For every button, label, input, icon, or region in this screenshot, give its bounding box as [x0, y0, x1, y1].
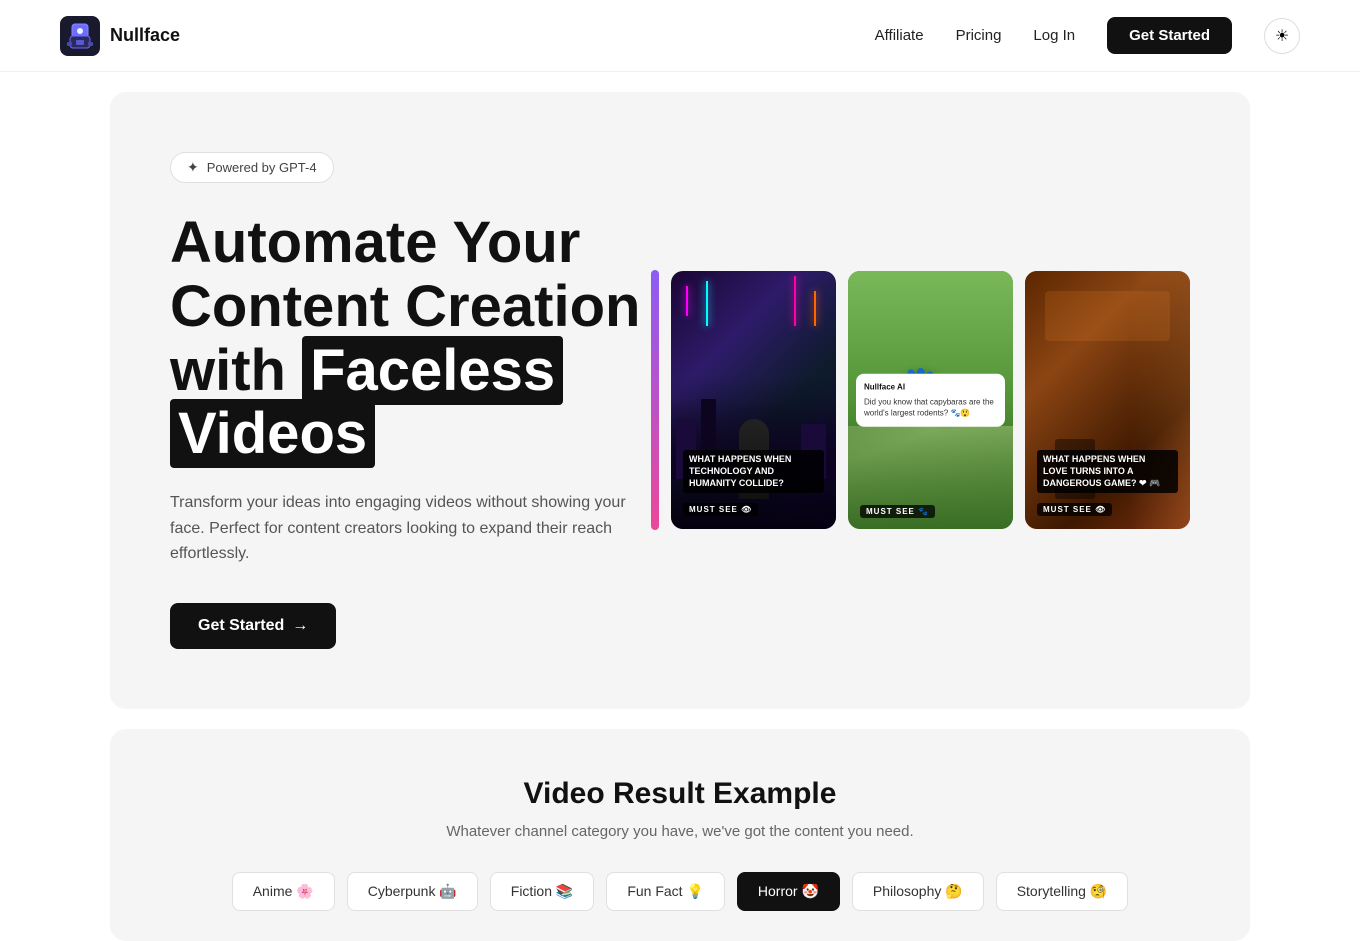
video-results-section: Video Result Example Whatever channel ca…	[110, 729, 1250, 941]
video-card-cyberpunk-overlay: WHAT HAPPENS WHEN TECHNOLOGY AND HUMANIT…	[671, 438, 836, 529]
video-card-cyberpunk: WHAT HAPPENS WHEN TECHNOLOGY AND HUMANIT…	[671, 271, 836, 529]
navbar: Nullface Affiliate Pricing Log In Get St…	[0, 0, 1360, 72]
get-started-nav-button[interactable]: Get Started	[1107, 17, 1232, 54]
hero-cta-label: Get Started	[198, 617, 284, 635]
nav-affiliate[interactable]: Affiliate	[875, 27, 924, 44]
category-tab-horror[interactable]: Horror 🤡	[737, 872, 840, 911]
tweet-overlay: Nullface AI Did you know that capybaras …	[856, 374, 1005, 427]
video-card-room: WHAT HAPPENS WHEN LOVE TURNS INTO A DANG…	[1025, 271, 1190, 529]
category-tab-anime[interactable]: Anime 🌸	[232, 872, 335, 911]
video-strip-accent	[651, 270, 659, 530]
video-card-nature-overlay: MUST SEE 🐾	[860, 501, 935, 519]
nav-pricing[interactable]: Pricing	[956, 27, 1002, 44]
video-card-nature: 🐾 Nullface AI Did you know that capybara…	[848, 271, 1013, 529]
hero-left: ✦ Powered by GPT-4 Automate Your Content…	[170, 152, 640, 649]
video-card-room-overlay: WHAT HAPPENS WHEN LOVE TURNS INTO A DANG…	[1025, 438, 1190, 529]
hero-title-line4: Videos	[170, 399, 375, 468]
category-tab-fun[interactable]: Fun Fact 💡	[606, 872, 725, 911]
logo-text: Nullface	[110, 25, 180, 46]
tweet-handle: Nullface AI	[864, 382, 997, 393]
category-tab-cyberpunk[interactable]: Cyberpunk 🤖	[347, 872, 478, 911]
video-card-room-mustsee: MUST SEE 👁	[1037, 503, 1112, 516]
category-tabs-container: Anime 🌸 Cyberpunk 🤖 Fiction 📚 Fun Fact 💡 Hor…	[170, 872, 1190, 911]
hero-title-highlight: Faceless	[302, 336, 563, 405]
gpt-badge-icon: ✦	[187, 159, 199, 176]
hero-description: Transform your ideas into engaging video…	[170, 490, 630, 567]
category-tab-fiction[interactable]: Fiction 📚	[490, 872, 595, 911]
logo-link[interactable]: Nullface	[60, 16, 180, 56]
gpt-badge: ✦ Powered by GPT-4	[170, 152, 334, 183]
video-cards-container: WHAT HAPPENS WHEN TECHNOLOGY AND HUMANIT…	[671, 271, 1190, 529]
hero-title-line1: Automate Your	[170, 210, 580, 275]
theme-toggle-button[interactable]: ☀	[1264, 18, 1300, 54]
video-card-cyberpunk-mustsee: MUST SEE 👁	[683, 503, 758, 516]
category-tab-philosophy[interactable]: Philosophy 🤔	[852, 872, 984, 911]
video-card-nature-mustsee: MUST SEE 🐾	[860, 505, 935, 518]
arrow-icon: →	[292, 617, 308, 635]
video-results-title: Video Result Example	[170, 777, 1190, 811]
hero-title: Automate Your Content Creation with Face…	[170, 211, 640, 466]
video-results-subtitle: Whatever channel category you have, we'v…	[170, 823, 1190, 840]
hero-title-line2: Content Creation	[170, 274, 640, 339]
video-card-room-title: WHAT HAPPENS WHEN LOVE TURNS INTO A DANG…	[1037, 450, 1178, 493]
video-card-cyberpunk-title: WHAT HAPPENS WHEN TECHNOLOGY AND HUMANIT…	[683, 450, 824, 493]
hero-title-line3-pre: with	[170, 338, 302, 403]
logo-icon	[60, 16, 100, 56]
nav-links: Affiliate Pricing Log In Get Started ☀	[875, 17, 1300, 54]
category-tab-storytelling[interactable]: Storytelling 🧐	[996, 872, 1129, 911]
sun-icon: ☀	[1275, 26, 1289, 46]
hero-cta-button[interactable]: Get Started →	[170, 603, 336, 649]
login-button[interactable]: Log In	[1033, 27, 1075, 44]
hero-section: ✦ Powered by GPT-4 Automate Your Content…	[110, 92, 1250, 709]
hero-right: WHAT HAPPENS WHEN TECHNOLOGY AND HUMANIT…	[651, 270, 1190, 530]
tweet-text: Did you know that capybaras are the worl…	[864, 396, 997, 418]
gpt-badge-text: Powered by GPT-4	[207, 160, 317, 175]
